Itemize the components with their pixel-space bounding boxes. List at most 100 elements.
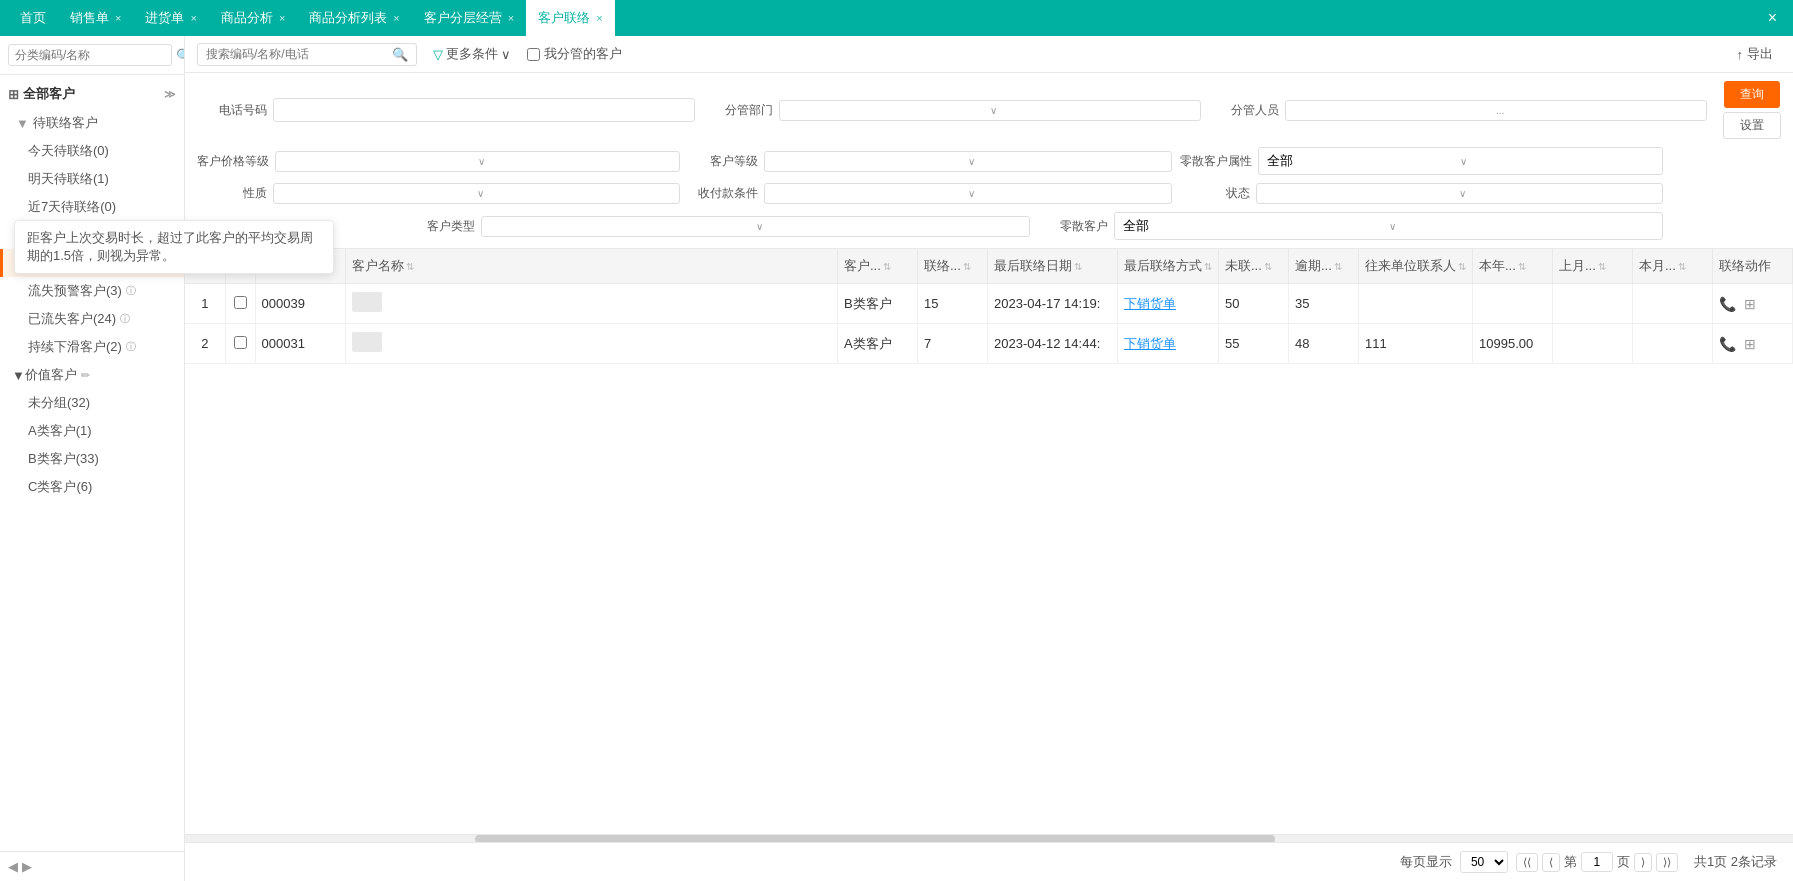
nav-customer-tier-close[interactable]: × bbox=[508, 12, 514, 24]
method-link-2[interactable]: 下销货单 bbox=[1124, 336, 1176, 351]
filter-retail-cell: 零散客户 全部 ∨ bbox=[1038, 212, 1663, 240]
edit-icon-price-group[interactable]: ✏ bbox=[81, 369, 90, 382]
nav-customer-tier[interactable]: 客户分层经营 × bbox=[412, 0, 526, 36]
filter-actions: 查询 设置 bbox=[1723, 81, 1781, 139]
sort-type-icon[interactable]: ⇅ bbox=[883, 261, 891, 272]
export-button[interactable]: ↑ 导出 bbox=[1729, 42, 1782, 66]
filter-gender-select[interactable]: ∨ bbox=[273, 183, 680, 204]
page-prev-button[interactable]: ⟨ bbox=[1542, 853, 1560, 872]
sidebar-item-c-class[interactable]: C类客户(6) bbox=[0, 473, 184, 501]
filter-retail-select[interactable]: 全部 ∨ bbox=[1114, 212, 1663, 240]
arrow-down-icon: ▼ bbox=[16, 116, 29, 131]
sidebar-item-churned[interactable]: 已流失客户(24) ⓘ bbox=[0, 305, 184, 333]
cell-code-2: 000031 bbox=[255, 324, 345, 364]
search-input[interactable] bbox=[206, 47, 388, 61]
sort-name-icon[interactable]: ⇅ bbox=[406, 261, 414, 272]
scrollbar-thumb[interactable] bbox=[475, 835, 1275, 842]
action-more-icon-1[interactable]: ⊞ bbox=[1744, 296, 1756, 312]
horizontal-scrollbar[interactable] bbox=[185, 834, 1793, 842]
nav-home[interactable]: 首页 bbox=[8, 0, 58, 36]
page-last-button[interactable]: ⟩⟩ bbox=[1656, 853, 1678, 872]
sidebar-scroll-right[interactable]: ▶ bbox=[22, 859, 32, 874]
action-more-icon-2[interactable]: ⊞ bbox=[1744, 336, 1756, 352]
cell-date-2: 2023-04-12 14:44: bbox=[988, 324, 1118, 364]
cell-type-2: A类客户 bbox=[838, 324, 918, 364]
action-phone-icon-2[interactable]: 📞 bbox=[1719, 336, 1736, 352]
sidebar-all-customers[interactable]: ⊞ 全部客户 ≫ bbox=[0, 79, 184, 109]
sort-lastmonth-icon[interactable]: ⇅ bbox=[1598, 261, 1606, 272]
chevron-custtype-icon: ∨ bbox=[756, 221, 1022, 232]
sort-contact-icon[interactable]: ⇅ bbox=[963, 261, 971, 272]
nav-purchase-close[interactable]: × bbox=[190, 12, 196, 24]
chevron-custlevel-icon: ∨ bbox=[968, 156, 1163, 167]
sidebar-item-b-class[interactable]: B类客户(33) bbox=[0, 445, 184, 473]
col-header-thismonth: 本月...⇅ bbox=[1633, 249, 1713, 284]
filter-status-select[interactable]: ∨ bbox=[1256, 183, 1663, 204]
row-checkbox-2[interactable] bbox=[234, 336, 247, 349]
sidebar-scroll-left[interactable]: ◀ bbox=[8, 859, 18, 874]
sidebar-tree: ⊞ 全部客户 ≫ ▼ 待联络客户 今天待联络(0) 明天待联络(1) 近7天待联… bbox=[0, 75, 184, 851]
sidebar-item-declining[interactable]: 持续下滑客户(2) ⓘ bbox=[0, 333, 184, 361]
table-footer: 每页显示 50 ⟨⟨ ⟨ 第 页 ⟩ ⟩⟩ 共1页 2条记录 bbox=[185, 842, 1793, 881]
row-checkbox-1[interactable] bbox=[234, 296, 247, 309]
cell-action-2: 📞 ⊞ bbox=[1713, 324, 1793, 364]
nav-customer-contact[interactable]: 客户联络 × bbox=[526, 0, 614, 36]
nav-product-analysis[interactable]: 商品分析 × bbox=[209, 0, 297, 36]
filter-manager-select[interactable]: ... bbox=[1285, 100, 1707, 121]
cell-overdue-1: 35 bbox=[1289, 284, 1359, 324]
filter-custtype-select[interactable]: ∨ bbox=[481, 216, 1030, 237]
sidebar-item-tomorrow[interactable]: 明天待联络(1) bbox=[0, 165, 184, 193]
sort-overdue-icon[interactable]: ⇅ bbox=[1334, 261, 1342, 272]
sidebar-item-7days[interactable]: 近7天待联络(0) bbox=[0, 193, 184, 221]
nav-sales[interactable]: 销售单 × bbox=[58, 0, 133, 36]
filter-row-2: 客户价格等级 ∨ 客户等级 ∨ 零散客户属性 全部 bbox=[197, 147, 1781, 175]
sidebar-price-group[interactable]: ▼ 价值客户 ✏ bbox=[0, 361, 184, 389]
sort-date-icon[interactable]: ⇅ bbox=[1074, 261, 1082, 272]
filter-dept-select[interactable]: ∨ bbox=[779, 100, 1201, 121]
nav-product-list[interactable]: 商品分析列表 × bbox=[297, 0, 411, 36]
sidebar-group-pending[interactable]: ▼ 待联络客户 bbox=[0, 109, 184, 137]
settings-button[interactable]: 设置 bbox=[1723, 112, 1781, 139]
sort-method-icon[interactable]: ⇅ bbox=[1204, 261, 1212, 272]
page-next-button[interactable]: ⟩ bbox=[1634, 853, 1652, 872]
sort-contacts-icon[interactable]: ⇅ bbox=[1458, 261, 1466, 272]
page-number-input[interactable] bbox=[1581, 852, 1613, 872]
method-link-1[interactable]: 下销货单 bbox=[1124, 296, 1176, 311]
nav-customer-contact-close[interactable]: × bbox=[596, 12, 602, 24]
chevron-dept-icon: ∨ bbox=[990, 105, 1192, 116]
cell-contact-2: 7 bbox=[918, 324, 988, 364]
table-row: 1 000039 B类客户 15 2023-04-17 14:19: 下销货单 … bbox=[185, 284, 1793, 324]
sidebar-item-ungrouped[interactable]: 未分组(32) bbox=[0, 389, 184, 417]
cell-method-2: 下销货单 bbox=[1118, 324, 1219, 364]
nav-product-list-close[interactable]: × bbox=[393, 12, 399, 24]
query-button[interactable]: 查询 bbox=[1724, 81, 1780, 108]
nav-purchase[interactable]: 进货单 × bbox=[133, 0, 208, 36]
sidebar-item-today[interactable]: 今天待联络(0) bbox=[0, 137, 184, 165]
filter-retailattr-select[interactable]: 全部 ∨ bbox=[1258, 147, 1663, 175]
page-first-button[interactable]: ⟨⟨ bbox=[1516, 853, 1538, 872]
more-conditions-button[interactable]: ▽ 更多条件 ∨ bbox=[425, 42, 519, 66]
my-customers-checkbox[interactable] bbox=[527, 48, 540, 61]
sidebar-search-icon[interactable]: 🔍 bbox=[176, 48, 185, 63]
filter-dept-cell: 分管部门 ∨ bbox=[703, 100, 1201, 121]
search-icon[interactable]: 🔍 bbox=[392, 47, 408, 62]
nav-sales-close[interactable]: × bbox=[115, 12, 121, 24]
chevron-gender-icon: ∨ bbox=[477, 188, 672, 199]
sort-thismonth-icon[interactable]: ⇅ bbox=[1678, 261, 1686, 272]
nav-product-analysis-close[interactable]: × bbox=[279, 12, 285, 24]
filter-phone-input[interactable] bbox=[273, 98, 695, 122]
filter-payment-select[interactable]: ∨ bbox=[764, 183, 1171, 204]
sidebar-search-input[interactable] bbox=[8, 44, 172, 66]
sidebar-item-churn-warning[interactable]: 流失预警客户(3) ⓘ bbox=[0, 277, 184, 305]
cell-check-1 bbox=[225, 284, 255, 324]
filter-custlevel-select[interactable]: ∨ bbox=[764, 151, 1171, 172]
window-close-button[interactable]: × bbox=[1760, 9, 1785, 27]
sort-uncontacted-icon[interactable]: ⇅ bbox=[1264, 261, 1272, 272]
sort-thisyear-icon[interactable]: ⇅ bbox=[1518, 261, 1526, 272]
action-phone-icon-1[interactable]: 📞 bbox=[1719, 296, 1736, 312]
my-customers-checkbox-label[interactable]: 我分管的客户 bbox=[527, 45, 622, 63]
sidebar-collapse-icon[interactable]: ≫ bbox=[164, 88, 176, 101]
filter-pricelevel-select[interactable]: ∨ bbox=[275, 151, 680, 172]
per-page-select[interactable]: 50 bbox=[1460, 851, 1508, 873]
sidebar-item-a-class[interactable]: A类客户(1) bbox=[0, 417, 184, 445]
